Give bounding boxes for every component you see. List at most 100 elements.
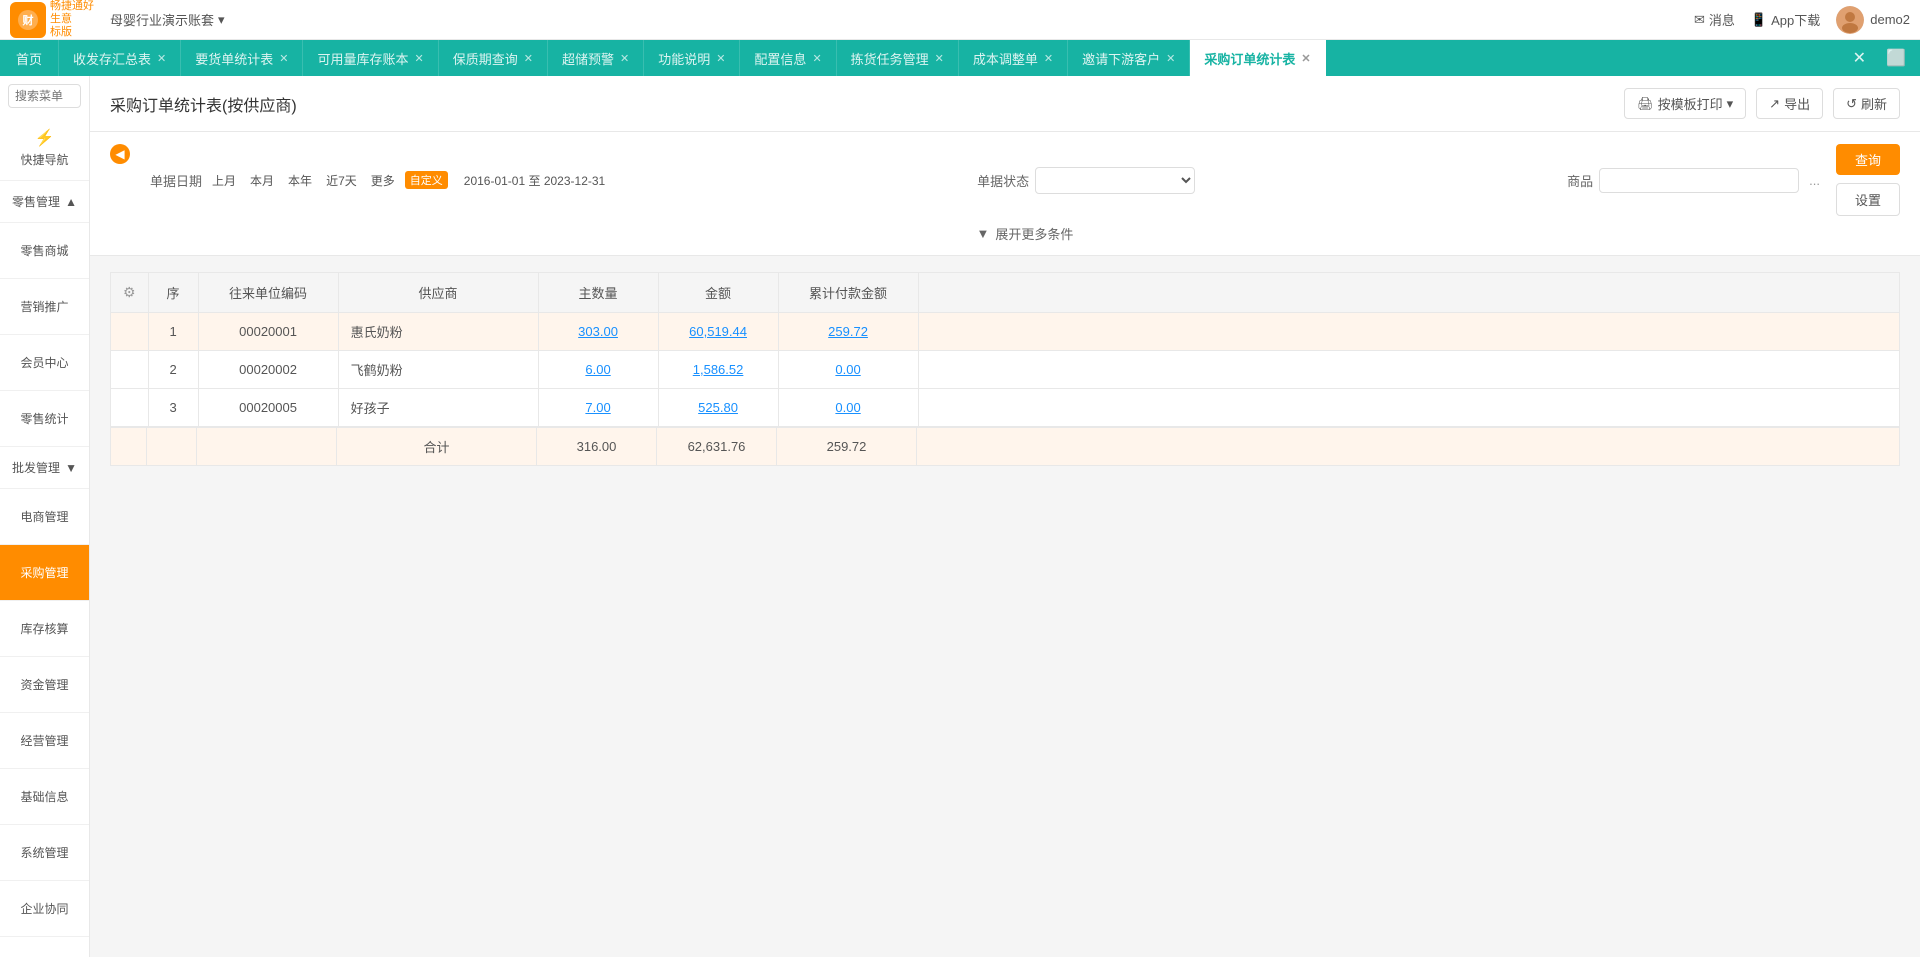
query-btn[interactable]: 查询 — [1836, 144, 1900, 175]
top-bar: 财 畅捷通好生意 标版 母婴行业演示账套 ▾ ✉ 消息 📱 App下载 demo… — [0, 0, 1920, 40]
tab-shoufa[interactable]: 收发存汇总表 ✕ — [59, 40, 181, 76]
row-extra — [918, 351, 1899, 389]
expand-more-btn[interactable]: ▼ 展开更多条件 — [150, 224, 1900, 243]
svg-text:财: 财 — [22, 13, 34, 27]
tab-close-icon[interactable]: ✕ — [157, 52, 166, 65]
shortcut-last-month[interactable]: 上月 — [208, 170, 240, 191]
app-download-icon: 📱 — [1751, 12, 1767, 28]
sidebar-item-finance[interactable]: 资金管理 — [0, 657, 89, 713]
tab-yaoqing[interactable]: 邀请下游客户 ✕ — [1068, 40, 1190, 76]
tab-close-icon[interactable]: ✕ — [524, 52, 533, 65]
footer-no-cell — [147, 428, 197, 466]
settings-gear-icon[interactable]: ⚙ — [123, 284, 136, 300]
tab-gongneng[interactable]: 功能说明 ✕ — [644, 40, 740, 76]
data-table: ⚙ 序 往来单位编码 供应商 主数量 金额 累计付款金额 1 00020001 — [110, 272, 1900, 427]
sidebar-item-inventory[interactable]: 库存核算 — [0, 601, 89, 657]
row-amount[interactable]: 525.80 — [658, 389, 778, 427]
row-qty[interactable]: 303.00 — [538, 313, 658, 351]
tab-close-icon[interactable]: ✕ — [1166, 52, 1175, 65]
shortcut-label: 快捷导航 — [20, 151, 68, 168]
shortcut-this-month[interactable]: 本月 — [246, 170, 278, 191]
window-close-btn[interactable]: ✕ — [1847, 46, 1872, 70]
row-paid[interactable]: 0.00 — [778, 351, 918, 389]
tab-baozhi[interactable]: 保质期查询 ✕ — [439, 40, 548, 76]
shortcut-7days[interactable]: 近7天 — [322, 170, 361, 191]
goods-label: 商品 — [1567, 171, 1593, 190]
tab-close-icon[interactable]: ✕ — [1044, 52, 1053, 65]
sidebar-item-retail-stats[interactable]: 零售统计 — [0, 391, 89, 447]
row-no: 3 — [148, 389, 198, 427]
tab-close-icon[interactable]: ✕ — [415, 52, 424, 65]
sidebar-item-retail-mgmt[interactable]: 零售管理 ▲ — [0, 181, 89, 223]
row-paid[interactable]: 0.00 — [778, 389, 918, 427]
sidebar-item-system[interactable]: 系统管理 — [0, 825, 89, 881]
tab-close-icon[interactable]: ✕ — [935, 52, 944, 65]
sidebar-item-ecommerce[interactable]: 电商管理 — [0, 489, 89, 545]
tab-close-icon[interactable]: ✕ — [716, 52, 725, 65]
sidebar-item-ops[interactable]: 经营管理 — [0, 713, 89, 769]
col-paid: 累计付款金额 — [778, 273, 918, 313]
message-btn[interactable]: ✉ 消息 — [1694, 10, 1735, 29]
app-download-btn[interactable]: 📱 App下载 — [1751, 10, 1820, 29]
export-btn[interactable]: ↗ 导出 — [1756, 88, 1823, 119]
tab-peizhi[interactable]: 配置信息 ✕ — [740, 40, 836, 76]
wholesale-arrow: ▼ — [65, 461, 77, 475]
custom-date-tag: 自定义 — [405, 171, 448, 189]
nav-tabs: 首页 收发存汇总表 ✕ 要货单统计表 ✕ 可用量库存账本 ✕ 保质期查询 ✕ 超… — [0, 40, 1920, 76]
tab-close-active-icon[interactable]: ✕ — [1301, 52, 1310, 65]
tab-close-icon[interactable]: ✕ — [812, 52, 821, 65]
tab-chengben[interactable]: 成本调整单 ✕ — [959, 40, 1068, 76]
sidebar-item-marketing[interactable]: 营销推广 — [0, 279, 89, 335]
print-btn[interactable]: 🖨 按模板打印 ▾ — [1624, 88, 1746, 119]
sidebar-item-enterprise[interactable]: 企业协同 — [0, 881, 89, 937]
sidebar-item-purchase[interactable]: 采购管理 — [0, 545, 89, 601]
status-select[interactable] — [1035, 167, 1195, 194]
col-settings: ⚙ — [111, 273, 149, 313]
user-area[interactable]: demo2 — [1836, 6, 1910, 34]
sidebar-item-shortcut[interactable]: ⚡ 快捷导航 — [0, 116, 89, 181]
row-amount[interactable]: 60,519.44 — [658, 313, 778, 351]
search-input[interactable] — [8, 84, 81, 108]
shortcut-more[interactable]: 更多 — [367, 170, 399, 191]
window-restore-btn[interactable]: ⬜ — [1880, 46, 1912, 70]
tab-home[interactable]: 首页 — [0, 40, 59, 76]
sidebar-item-wholesale[interactable]: 批发管理 ▼ — [0, 447, 89, 489]
workspace-selector[interactable]: 母婴行业演示账套 ▾ — [110, 10, 229, 29]
tab-kuyong[interactable]: 可用量库存账本 ✕ — [303, 40, 438, 76]
row-qty[interactable]: 6.00 — [538, 351, 658, 389]
setting-btn[interactable]: 设置 — [1836, 183, 1900, 216]
filter-collapse-btn[interactable]: ◀ — [110, 144, 130, 164]
print-icon: 🖨 — [1637, 96, 1654, 112]
tab-close-icon[interactable]: ✕ — [279, 52, 288, 65]
sidebar-item-newbie[interactable]: 新手引导 — [0, 937, 89, 957]
table-header-row: ⚙ 序 往来单位编码 供应商 主数量 金额 累计付款金额 — [111, 273, 1900, 313]
status-filter: 单据状态 — [977, 167, 1195, 194]
refresh-btn[interactable]: ↺ 刷新 — [1833, 88, 1900, 119]
tab-jianhuo[interactable]: 拣货任务管理 ✕ — [837, 40, 959, 76]
logo-text: 畅捷通好生意 标版 — [50, 0, 100, 39]
sidebar-item-basic[interactable]: 基础信息 — [0, 769, 89, 825]
sidebar: ⚡ 快捷导航 零售管理 ▲ 零售商城 营销推广 会员中心 零售统计 批发管理 ▼… — [0, 76, 90, 957]
col-amount: 金额 — [658, 273, 778, 313]
sidebar-item-member[interactable]: 会员中心 — [0, 335, 89, 391]
col-qty: 主数量 — [538, 273, 658, 313]
sidebar-item-retail-shop[interactable]: 零售商城 — [0, 223, 89, 279]
table-footer-table: 合计 316.00 62,631.76 259.72 — [110, 427, 1900, 466]
user-name: demo2 — [1870, 12, 1910, 27]
logo-icon: 财 — [10, 2, 46, 38]
shortcut-this-year[interactable]: 本年 — [284, 170, 316, 191]
tab-caigou[interactable]: 采购订单统计表 ✕ — [1190, 40, 1325, 76]
date-label: 单据日期 — [150, 171, 202, 190]
tab-chaoc[interactable]: 超储预警 ✕ — [548, 40, 644, 76]
col-extra — [918, 273, 1899, 313]
sidebar-search-area — [0, 76, 89, 116]
row-no: 2 — [148, 351, 198, 389]
tab-close-icon[interactable]: ✕ — [620, 52, 629, 65]
row-qty[interactable]: 7.00 — [538, 389, 658, 427]
row-paid[interactable]: 259.72 — [778, 313, 918, 351]
goods-more-icon[interactable]: ... — [1809, 173, 1820, 188]
row-amount[interactable]: 1,586.52 — [658, 351, 778, 389]
date-filter: 单据日期 上月 本月 本年 近7天 更多 自定义 — [150, 170, 448, 191]
goods-input[interactable] — [1599, 168, 1799, 193]
tab-yaohuo[interactable]: 要货单统计表 ✕ — [181, 40, 303, 76]
